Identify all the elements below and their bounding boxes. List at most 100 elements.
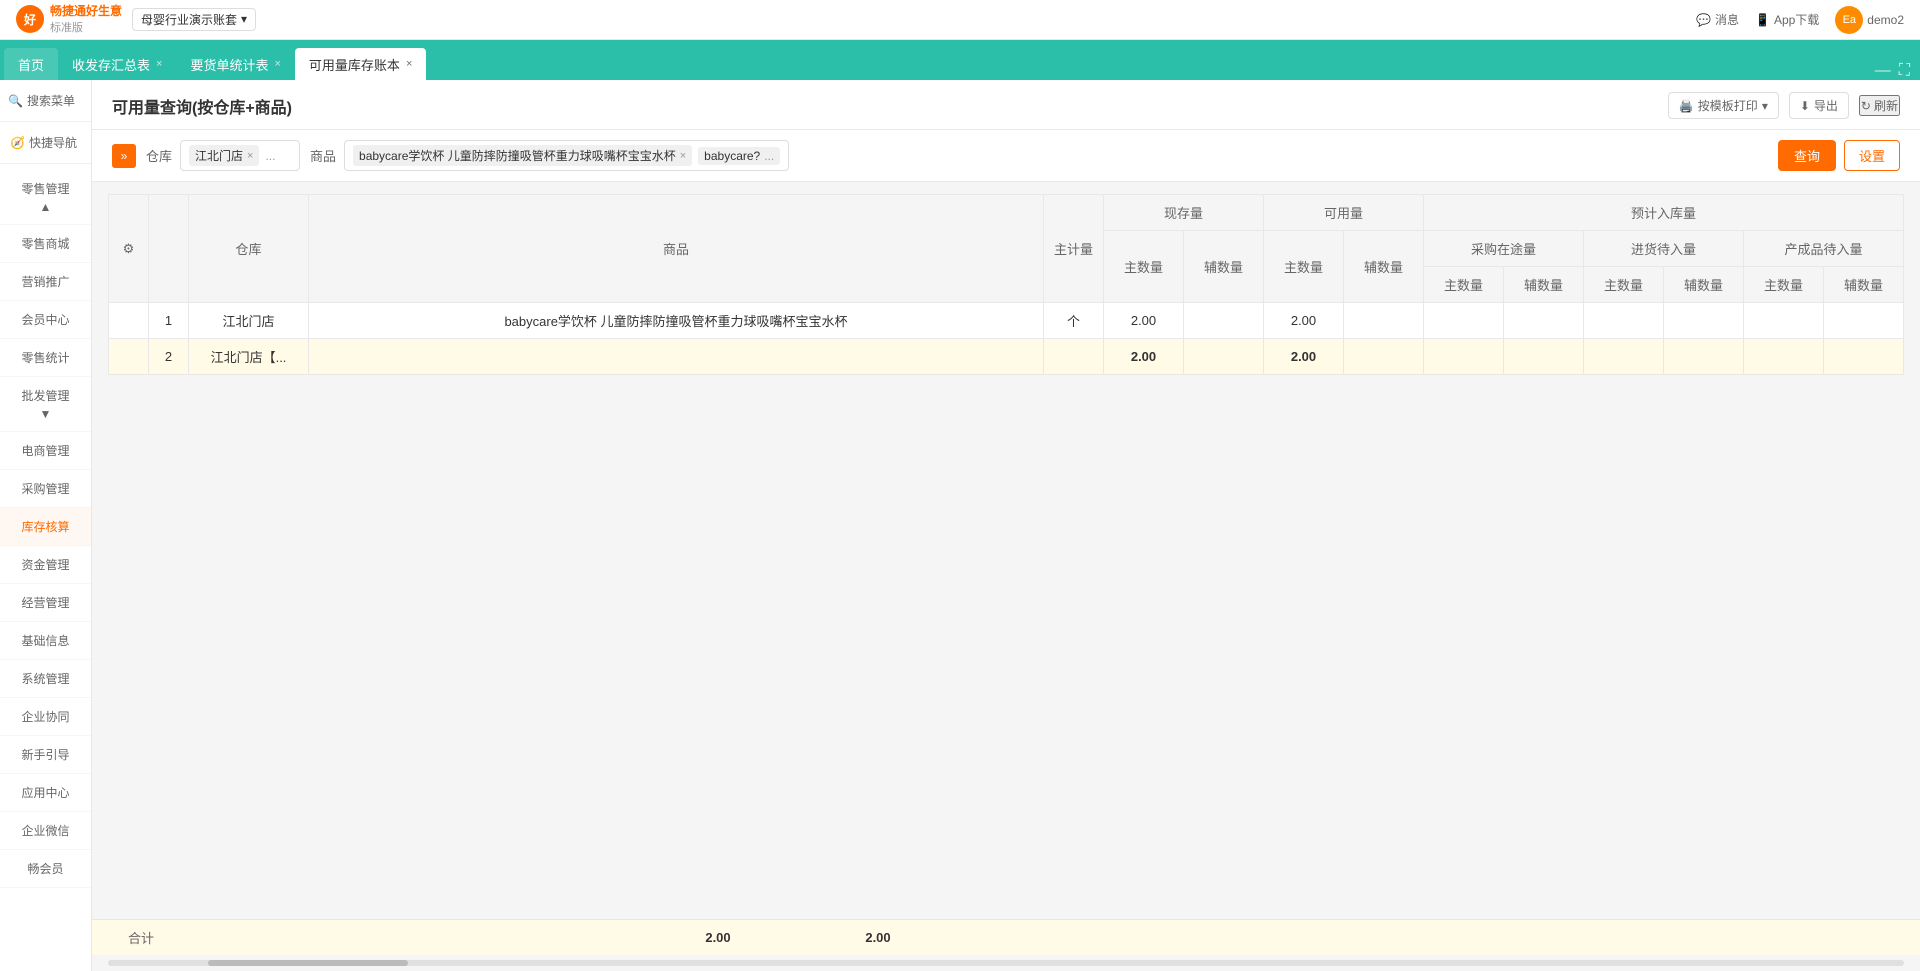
message-btn[interactable]: 💬 消息 xyxy=(1696,11,1739,28)
td-warehouse-2: 江北门店【... xyxy=(189,339,309,375)
top-bar-right: 💬 消息 📱 App下载 Ea demo2 xyxy=(1696,6,1904,34)
th-production-main: 主数量 xyxy=(1744,267,1824,303)
sidebar-item-purchase[interactable]: 采购管理 xyxy=(0,470,91,508)
inventory-label: 库存核算 xyxy=(21,518,69,535)
th-setting[interactable]: ⚙ xyxy=(109,195,149,303)
finance-label: 资金管理 xyxy=(21,556,69,573)
operations-label: 经营管理 xyxy=(21,594,69,611)
warehouse-tag-close[interactable]: × xyxy=(247,150,253,162)
product-value1: babycare学饮杯 儿童防摔防撞吸管杯重力球吸嘴杯宝宝水杯 xyxy=(359,147,676,164)
scroll-thumb[interactable] xyxy=(208,960,408,966)
sidebar-item-wholesale[interactable]: 批发管理 ▼ xyxy=(0,377,91,432)
td-production-main-2 xyxy=(1744,339,1824,375)
td-avail-main-2: 2.00 xyxy=(1264,339,1344,375)
sidebar-item-retail-stat[interactable]: 零售统计 xyxy=(0,339,91,377)
tab-order-close[interactable]: × xyxy=(274,58,280,70)
footer-avail-main: 2.00 xyxy=(838,930,918,945)
app-download-btn[interactable]: 📱 App下载 xyxy=(1755,11,1819,28)
th-available: 可用量 xyxy=(1264,195,1424,231)
top-bar: 好 畅捷通好生意 标准版 母婴行业演示账套 ▾ 💬 消息 📱 App下载 Ea … xyxy=(0,0,1920,40)
gear-icon: ⚙ xyxy=(109,241,148,257)
sidebar-item-ecommerce[interactable]: 电商管理 xyxy=(0,432,91,470)
warehouse-input[interactable]: 江北门店 × ... xyxy=(180,140,300,171)
sidebar-item-enterprise[interactable]: 企业协同 xyxy=(0,698,91,736)
tab-home-label: 首页 xyxy=(18,55,44,74)
member2-label: 畅会员 xyxy=(27,860,63,877)
user-name: demo2 xyxy=(1867,13,1904,27)
sidebar-item-retail-mall[interactable]: 零售商城 xyxy=(0,225,91,263)
avatar-text: Ea xyxy=(1843,14,1856,26)
scroll-bar[interactable] xyxy=(92,955,1920,971)
table-row: 2 江北门店【... 2.00 2.00 xyxy=(109,339,1904,375)
logo-icon: 好 xyxy=(16,5,44,33)
td-purchase-main-1 xyxy=(1424,303,1504,339)
sidebar-item-marketing[interactable]: 营销推广 xyxy=(0,263,91,301)
td-setting-2 xyxy=(109,339,149,375)
th-warehouse: 仓库 xyxy=(189,195,309,303)
th-incoming-aux: 辅数量 xyxy=(1664,267,1744,303)
table-container: ⚙ 仓库 商品 主计量 现存量 可用量 预计入库量 主数量 辅数量 主数量 xyxy=(92,182,1920,919)
tab-receipt-label: 收发存汇总表 xyxy=(72,55,150,74)
store-selector[interactable]: 母婴行业演示账套 ▾ xyxy=(132,8,256,31)
th-avail-aux: 辅数量 xyxy=(1344,231,1424,303)
tab-stock[interactable]: 可用量库存账本 × xyxy=(295,48,426,80)
filter-toggle-btn[interactable]: » xyxy=(112,144,136,168)
search-menu-btn[interactable]: 🔍 搜索菜单 xyxy=(6,88,85,113)
product-tag1-close[interactable]: × xyxy=(680,150,686,162)
minimize-btn[interactable]: — xyxy=(1875,62,1891,80)
td-product-1: babycare学饮杯 儿童防摔防撞吸管杯重力球吸嘴杯宝宝水杯 xyxy=(309,303,1044,339)
warehouse-value: 江北门店 xyxy=(195,147,243,164)
warehouse-more[interactable]: ... xyxy=(265,149,275,163)
filter-area: » 仓库 江北门店 × ... 商品 babycare学饮杯 儿童防摔防撞吸管杯… xyxy=(92,130,1920,182)
td-unit-1: 个 xyxy=(1044,303,1104,339)
sidebar-item-operations[interactable]: 经营管理 xyxy=(0,584,91,622)
refresh-btn[interactable]: ↻ 刷新 xyxy=(1859,95,1900,116)
product-input[interactable]: babycare学饮杯 儿童防摔防撞吸管杯重力球吸嘴杯宝宝水杯 × babyca… xyxy=(344,140,789,171)
sidebar-search[interactable]: 🔍 搜索菜单 xyxy=(0,80,91,122)
td-production-aux-1 xyxy=(1824,303,1904,339)
quick-nav-label: 快捷导航 xyxy=(29,134,77,151)
td-product-2 xyxy=(309,339,1044,375)
purchase-label: 采购管理 xyxy=(21,480,69,497)
member-label: 会员中心 xyxy=(21,311,69,328)
sidebar-item-guide[interactable]: 新手引导 xyxy=(0,736,91,774)
th-production-aux: 辅数量 xyxy=(1824,267,1904,303)
th-avail-main: 主数量 xyxy=(1264,231,1344,303)
th-purchase-main: 主数量 xyxy=(1424,267,1504,303)
sidebar-item-quick-nav[interactable]: 🧭 快捷导航 xyxy=(0,126,91,159)
tab-receipt[interactable]: 收发存汇总表 × xyxy=(58,48,176,80)
settings-btn[interactable]: 设置 xyxy=(1844,140,1900,171)
sidebar-item-member[interactable]: 会员中心 xyxy=(0,301,91,339)
sidebar-quick-nav[interactable]: 🧭 快捷导航 xyxy=(0,122,91,164)
th-incoming-pending: 进货待入量 xyxy=(1584,231,1744,267)
data-table: ⚙ 仓库 商品 主计量 现存量 可用量 预计入库量 主数量 辅数量 主数量 xyxy=(108,194,1904,375)
app-download-label: App下载 xyxy=(1774,11,1819,28)
logo-text-group: 畅捷通好生意 标准版 xyxy=(50,4,122,34)
sidebar: 🔍 搜索菜单 🧭 快捷导航 零售管理 ▲ 零售商城 营销推广 会员中心 xyxy=(0,80,92,971)
tab-stock-label: 可用量库存账本 xyxy=(309,55,400,74)
product-value2: babycare? xyxy=(704,149,760,163)
query-btn[interactable]: 查询 xyxy=(1778,140,1836,171)
sidebar-item-member2[interactable]: 畅会员 xyxy=(0,850,91,888)
sidebar-item-inventory[interactable]: 库存核算 xyxy=(0,508,91,546)
tab-home[interactable]: 首页 xyxy=(4,48,58,80)
sidebar-item-appstore[interactable]: 应用中心 xyxy=(0,774,91,812)
user-profile[interactable]: Ea demo2 xyxy=(1835,6,1904,34)
tab-receipt-close[interactable]: × xyxy=(156,58,162,70)
sidebar-item-finance[interactable]: 资金管理 xyxy=(0,546,91,584)
tab-order[interactable]: 要货单统计表 × xyxy=(176,48,294,80)
expand-btn[interactable]: ⛶ xyxy=(1899,62,1910,80)
th-current-stock: 现存量 xyxy=(1104,195,1264,231)
sidebar-item-wechat[interactable]: 企业微信 xyxy=(0,812,91,850)
guide-label: 新手引导 xyxy=(21,746,69,763)
sidebar-item-retail-mgmt[interactable]: 零售管理 ▲ xyxy=(0,170,91,225)
template-print-btn[interactable]: 🖨️ 按模板打印 ▾ xyxy=(1668,92,1779,119)
sidebar-item-system[interactable]: 系统管理 xyxy=(0,660,91,698)
retail-mall-label: 零售商城 xyxy=(21,235,69,252)
tab-stock-close[interactable]: × xyxy=(406,58,412,70)
warehouse-label: 仓库 xyxy=(146,146,172,165)
th-incoming-main: 主数量 xyxy=(1584,267,1664,303)
th-production-pending: 产成品待入量 xyxy=(1744,231,1904,267)
sidebar-item-basic[interactable]: 基础信息 xyxy=(0,622,91,660)
export-btn[interactable]: ⬇ 导出 xyxy=(1789,92,1849,119)
